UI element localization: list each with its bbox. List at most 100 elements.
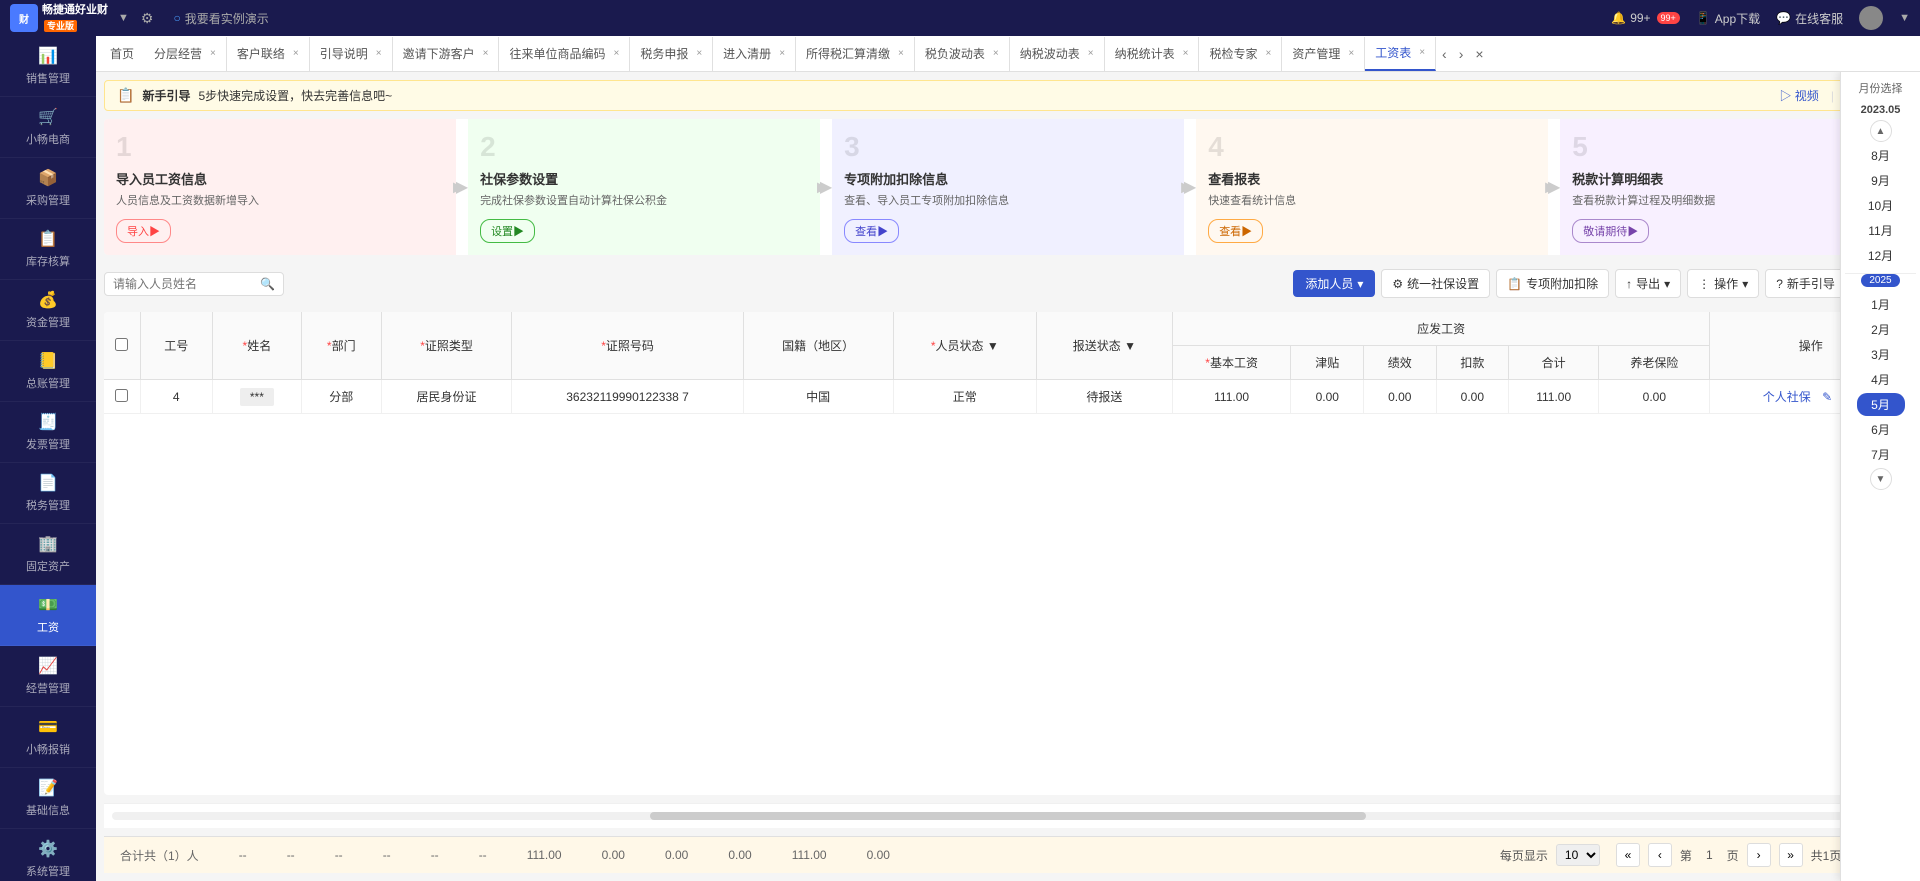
send-filter-icon[interactable]: ▼	[1124, 339, 1136, 353]
tab-close-icon[interactable]: ×	[1088, 48, 1094, 59]
settings-icon[interactable]: ⚙	[141, 10, 154, 27]
month-10[interactable]: 10月	[1857, 194, 1905, 217]
sales-icon: 📊	[38, 46, 58, 66]
sidebar-item-operations[interactable]: 📈 经营管理	[0, 646, 96, 707]
search-icon[interactable]: 🔍	[260, 277, 275, 291]
month-down-btn[interactable]: ▼	[1870, 468, 1892, 490]
search-box[interactable]: 🔍	[104, 272, 284, 296]
tab-next-btn[interactable]: ›	[1453, 46, 1470, 62]
step-1-btn[interactable]: 导入▶	[116, 219, 171, 243]
sidebar-item-marketing[interactable]: 💳 小畅报销	[0, 707, 96, 768]
month-2[interactable]: 2月	[1857, 318, 1905, 341]
step-4-btn[interactable]: 查看▶	[1208, 219, 1263, 243]
tab-纳税统计表[interactable]: 纳税统计表 ×	[1105, 37, 1200, 71]
month-8[interactable]: 8月	[1857, 144, 1905, 167]
tab-税务申报[interactable]: 税务申报 ×	[630, 37, 713, 71]
horizontal-scrollbar[interactable]	[104, 803, 1912, 828]
personal-insurance-link[interactable]: 个人社保	[1763, 390, 1811, 404]
search-input[interactable]	[113, 277, 256, 291]
tab-close-icon[interactable]: ×	[1419, 47, 1425, 58]
status-filter-icon[interactable]: ▼	[987, 339, 999, 353]
month-7[interactable]: 7月	[1857, 443, 1905, 466]
special-deduction-btn[interactable]: 📋 专项附加扣除	[1496, 269, 1609, 298]
tab-工资表[interactable]: 工资表 ×	[1365, 37, 1436, 71]
tab-close-icon[interactable]: ×	[1265, 48, 1271, 59]
tab-close-icon[interactable]: ×	[376, 48, 382, 59]
edit-link[interactable]: ✎	[1822, 390, 1832, 404]
guide-bar: 📋 新手引导 5步快速完成设置，快去完善信息吧~ ▷ 视频 | ? 帮助	[104, 80, 1912, 111]
month-3[interactable]: 3月	[1857, 343, 1905, 366]
tab-close-icon[interactable]: ×	[293, 48, 299, 59]
step-5-btn[interactable]: 敬请期待▶	[1572, 219, 1649, 243]
step-2-btn[interactable]: 设置▶	[480, 219, 535, 243]
tab-bar: 首页 分层经营 × 客户联络 × 引导说明 × 邀请下游客户 ×	[96, 36, 1920, 72]
tab-close-all-btn[interactable]: ×	[1469, 46, 1489, 62]
last-page-btn[interactable]: »	[1779, 843, 1803, 867]
month-9[interactable]: 9月	[1857, 169, 1905, 192]
tab-分层经营[interactable]: 分层经营 ×	[144, 37, 227, 71]
tab-往来单位商品编码[interactable]: 往来单位商品编码 ×	[499, 37, 630, 71]
tab-所得税汇算清缴[interactable]: 所得税汇算清缴 ×	[796, 37, 915, 71]
tab-客户联络[interactable]: 客户联络 ×	[227, 37, 310, 71]
month-4[interactable]: 4月	[1857, 368, 1905, 391]
sidebar-item-ledger[interactable]: 📒 总账管理	[0, 341, 96, 402]
tab-进入清册[interactable]: 进入清册 ×	[713, 37, 796, 71]
tab-close-icon[interactable]: ×	[993, 48, 999, 59]
tab-close-icon[interactable]: ×	[696, 48, 702, 59]
month-6[interactable]: 6月	[1857, 418, 1905, 441]
sidebar-item-assets[interactable]: 🏢 固定资产	[0, 524, 96, 585]
page-size-select[interactable]: 10 20 50	[1556, 844, 1600, 866]
tab-close-icon[interactable]: ×	[898, 48, 904, 59]
first-page-btn[interactable]: «	[1616, 843, 1640, 867]
tab-税检专家[interactable]: 税检专家 ×	[1199, 37, 1282, 71]
sidebar-item-sales[interactable]: 📊 销售管理	[0, 36, 96, 97]
month-5-active[interactable]: 5月	[1857, 393, 1905, 416]
sidebar-item-salary[interactable]: 💵 工资	[0, 585, 96, 646]
next-page-btn[interactable]: ›	[1747, 843, 1771, 867]
user-menu-btn[interactable]: ▼	[1899, 12, 1910, 24]
page-label2: 页	[1727, 847, 1739, 864]
sidebar-item-inventory[interactable]: 📋 库存核算	[0, 219, 96, 280]
sidebar-item-basic[interactable]: 📝 基础信息	[0, 768, 96, 829]
operations-btn[interactable]: ⋮ 操作 ▾	[1687, 269, 1759, 298]
step-number: 1	[116, 131, 444, 163]
export-btn[interactable]: ↑ 导出 ▾	[1615, 269, 1681, 298]
month-up-btn[interactable]: ▲	[1870, 120, 1892, 142]
sidebar-item-finance[interactable]: 💰 资金管理	[0, 280, 96, 341]
sidebar-item-system[interactable]: ⚙️ 系统管理	[0, 829, 96, 881]
tab-纳税波动表[interactable]: 纳税波动表 ×	[1010, 37, 1105, 71]
notification-btn[interactable]: 🔔 99+ 99+	[1611, 11, 1680, 25]
row-checkbox[interactable]	[115, 389, 128, 402]
tab-资产管理[interactable]: 资产管理 ×	[1282, 37, 1365, 71]
guide-video-link[interactable]: ▷ 视频	[1779, 87, 1818, 104]
tab-close-icon[interactable]: ×	[779, 48, 785, 59]
tab-prev-btn[interactable]: ‹	[1436, 46, 1453, 62]
add-employee-btn[interactable]: 添加人员 ▾	[1293, 270, 1375, 297]
month-12[interactable]: 12月	[1857, 244, 1905, 267]
prev-page-btn[interactable]: ‹	[1648, 843, 1672, 867]
online-service-btn[interactable]: 💬 在线客服	[1776, 10, 1843, 27]
sidebar-item-tax[interactable]: 📄 税务管理	[0, 463, 96, 524]
app-download-btn[interactable]: 📱 App下载	[1696, 10, 1760, 27]
sidebar-item-purchase[interactable]: 📦 采购管理	[0, 158, 96, 219]
month-11[interactable]: 11月	[1857, 219, 1905, 242]
tab-close-icon[interactable]: ×	[1183, 48, 1189, 59]
tab-税负波动表[interactable]: 税负波动表 ×	[915, 37, 1010, 71]
sidebar-item-ecommerce[interactable]: 🛒 小畅电商	[0, 97, 96, 158]
tab-home[interactable]: 首页	[100, 37, 144, 71]
unified-settings-btn[interactable]: ⚙ 统一社保设置	[1381, 269, 1490, 298]
select-all-checkbox[interactable]	[115, 338, 128, 351]
sidebar-item-invoice[interactable]: 🧾 发票管理	[0, 402, 96, 463]
tab-close-icon[interactable]: ×	[613, 48, 619, 59]
company-dropdown[interactable]: ▼	[118, 12, 129, 24]
new-guide-btn[interactable]: ? 新手引导	[1765, 269, 1846, 298]
user-avatar[interactable]	[1859, 6, 1883, 30]
tab-引导说明[interactable]: 引导说明 ×	[310, 37, 393, 71]
tab-close-icon[interactable]: ×	[483, 48, 489, 59]
tab-close-icon[interactable]: ×	[210, 48, 216, 59]
tab-close-icon[interactable]: ×	[1348, 48, 1354, 59]
demo-link[interactable]: ○ 我要看实例演示	[173, 10, 268, 27]
month-1[interactable]: 1月	[1857, 293, 1905, 316]
step-3-btn[interactable]: 查看▶	[844, 219, 899, 243]
tab-邀请下游客户[interactable]: 邀请下游客户 ×	[393, 37, 500, 71]
